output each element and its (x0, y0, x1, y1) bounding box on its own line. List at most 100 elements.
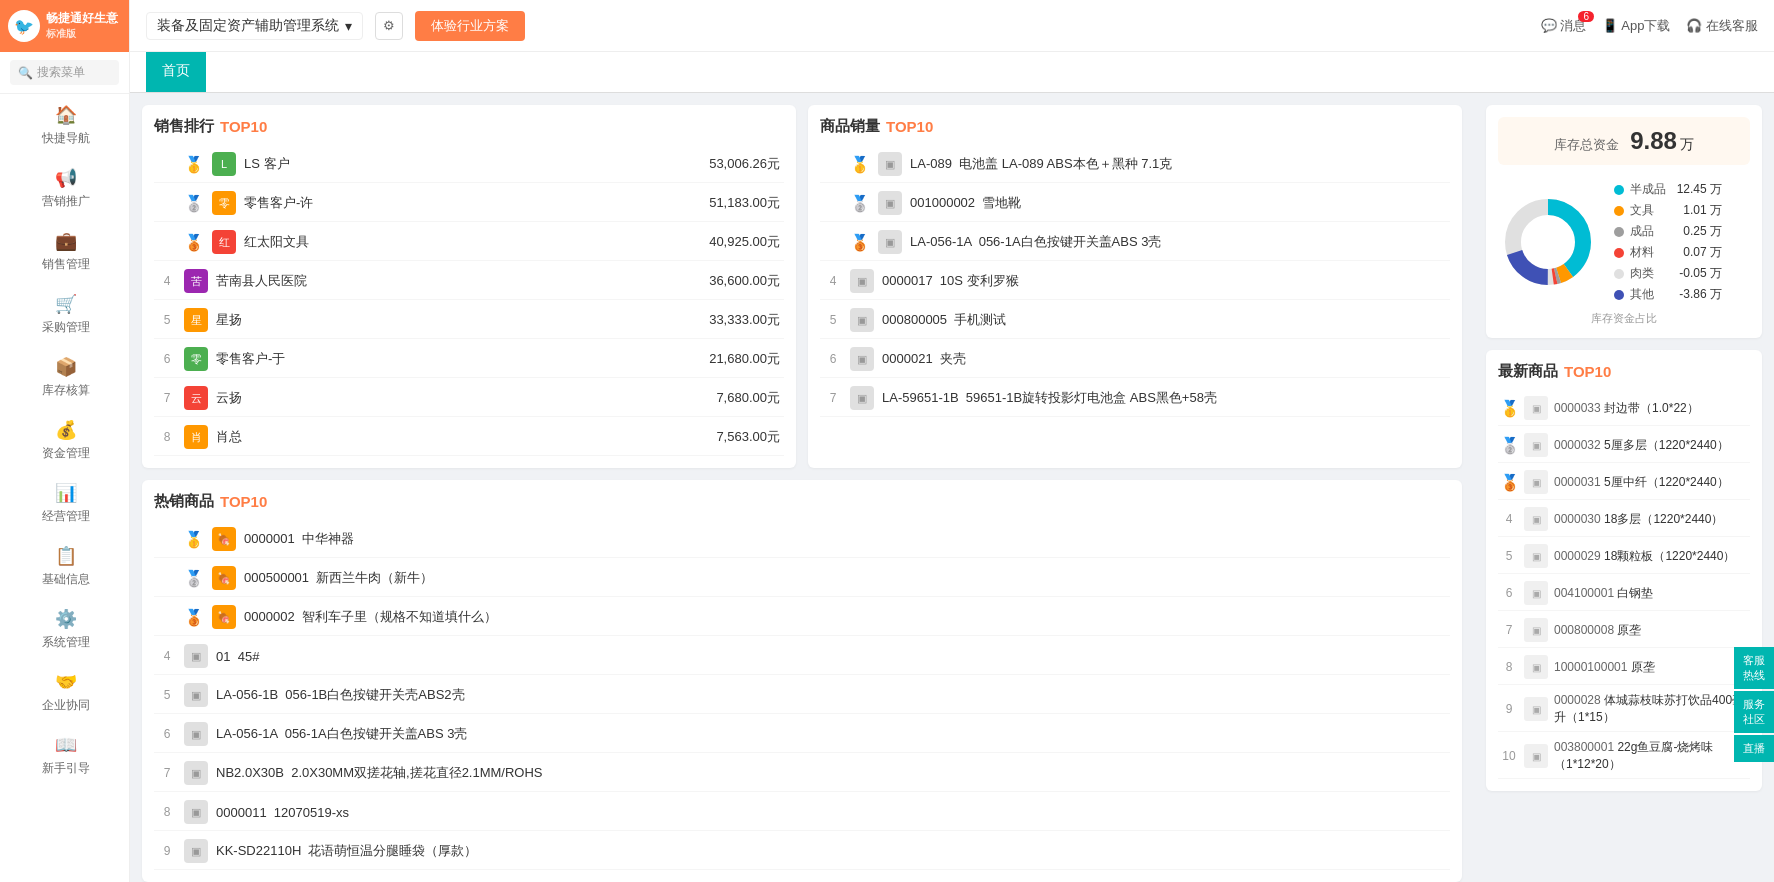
trial-btn[interactable]: 体验行业方案 (415, 11, 525, 41)
sidebar-item-label: 库存核算 (42, 382, 90, 399)
sidebar-item-quicknav[interactable]: 🏠 快捷导航 (0, 94, 129, 157)
sidebar-item-sales[interactable]: 💼 销售管理 (0, 220, 129, 283)
sidebar-item-marketing[interactable]: 📢 营销推广 (0, 157, 129, 220)
purchase-icon: 🛒 (55, 293, 77, 315)
sidebar-item-system[interactable]: ⚙️ 系统管理 (0, 598, 129, 661)
new-product-row: 🥇 ▣ 0000033 封边带（1.0*22） (1498, 391, 1750, 426)
hot-product-row: 8 ▣ 0000011 12070519-xs (154, 794, 1450, 831)
legend-item: 材料 0.07 万 (1614, 244, 1722, 261)
sidebar-search-container[interactable]: 🔍 搜索菜单 (0, 52, 129, 94)
donut-chart-container: 半成品 12.45 万 文具 1.01 万 成品 0.25 万 材料 0.07 … (1498, 173, 1750, 311)
new-products-card: 最新商品 TOP10 🥇 ▣ 0000033 封边带（1.0*22） 🥈 ▣ 0… (1486, 350, 1762, 791)
sales-icon: 💼 (55, 230, 77, 252)
hot-product-row: 9 ▣ KK-SD22110H 花语萌恒温分腿睡袋（厚款） (154, 833, 1450, 870)
customer-row: 7 云 云扬 7,680.00元 (154, 380, 784, 417)
top-products-sold-card: 商品销量 TOP10 🥇 ▣ LA-089 电池盖 LA-089 ABS本色＋黑… (808, 105, 1462, 468)
product-sold-row: 🥉 ▣ LA-056-1A 056-1A白色按键开关盖ABS 3壳 (820, 224, 1450, 261)
system-name: 装备及固定资产辅助管理系统 (157, 17, 339, 35)
hot-product-row: 🥇 🍖 0000001 中华神器 (154, 521, 1450, 558)
sidebar-item-guide[interactable]: 📖 新手引导 (0, 724, 129, 787)
donut-chart (1498, 192, 1598, 292)
hot-product-row: 5 ▣ LA-056-1B 056-1B白色按键开关壳ABS2壳 (154, 677, 1450, 714)
legend-dot (1614, 227, 1624, 237)
topbar-right: 💬 消息 6 📱 App下载 🎧 在线客服 (1541, 17, 1758, 35)
online-service-btn[interactable]: 🎧 在线客服 (1686, 17, 1758, 35)
sidebar-item-finance[interactable]: 💰 资金管理 (0, 409, 129, 472)
inventory-icon: 📦 (55, 356, 77, 378)
row1: 销售排行 TOP10 🥇 L LS 客户 53,006.26元 🥈 零 零售客户… (142, 105, 1462, 468)
gear-icon: ⚙ (383, 18, 395, 33)
top-customers-list: 🥇 L LS 客户 53,006.26元 🥈 零 零售客户-许 51,183.0… (154, 146, 784, 456)
operations-icon: 📊 (55, 482, 77, 504)
legend-item: 肉类 -0.05 万 (1614, 265, 1722, 282)
legend-item: 其他 -3.86 万 (1614, 286, 1722, 303)
hot-product-row: 7 ▣ NB2.0X30B 2.0X30MM双搓花轴,搓花直径2.1MM/ROH… (154, 755, 1450, 792)
sidebar-item-label: 新手引导 (42, 760, 90, 777)
finance-icon: 💰 (55, 419, 77, 441)
hot-products-list: 🥇 🍖 0000001 中华神器 🥈 🍖 000500001 新西兰牛肉（新牛）… (154, 521, 1450, 870)
sidebar-item-purchase[interactable]: 🛒 采购管理 (0, 283, 129, 346)
customer-row: 8 肖 肖总 7,563.00元 (154, 419, 784, 456)
hot-product-row: 4 ▣ 01 45# (154, 638, 1450, 675)
main-area: 装备及固定资产辅助管理系统 ▾ ⚙ 体验行业方案 💬 消息 6 📱 App下载 … (130, 0, 1774, 882)
messages-badge: 6 (1578, 11, 1594, 22)
sidebar-item-label: 销售管理 (42, 256, 90, 273)
new-products-list: 🥇 ▣ 0000033 封边带（1.0*22） 🥈 ▣ 0000032 5厘多层… (1498, 391, 1750, 779)
legend-dot (1614, 248, 1624, 258)
system-selector[interactable]: 装备及固定资产辅助管理系统 ▾ (146, 12, 363, 40)
product-sold-row: 🥇 ▣ LA-089 电池盖 LA-089 ABS本色＋黑种 7.1克 (820, 146, 1450, 183)
marketing-icon: 📢 (55, 167, 77, 189)
sidebar-item-label: 经营管理 (42, 508, 90, 525)
hot-products-card: 热销商品 TOP10 🥇 🍖 0000001 中华神器 🥈 🍖 00050000… (142, 480, 1462, 882)
inventory-subtitle: 库存资金占比 (1498, 311, 1750, 326)
collab-icon: 🤝 (55, 671, 77, 693)
sidebar-item-label: 基础信息 (42, 571, 90, 588)
sidebar: 🐦 畅捷通好生意 标准版 🔍 搜索菜单 🏠 快捷导航 📢 营销推广 💼 销售管理… (0, 0, 130, 882)
legend-item: 成品 0.25 万 (1614, 223, 1722, 240)
messages-btn[interactable]: 💬 消息 6 (1541, 17, 1587, 35)
phone-icon: 📱 (1602, 18, 1618, 33)
product-sold-row: 5 ▣ 000800005 手机测试 (820, 302, 1450, 339)
sidebar-item-inventory[interactable]: 📦 库存核算 (0, 346, 129, 409)
topbar: 装备及固定资产辅助管理系统 ▾ ⚙ 体验行业方案 💬 消息 6 📱 App下载 … (130, 0, 1774, 52)
legend-dot (1614, 269, 1624, 279)
legend-dot (1614, 290, 1624, 300)
customer-row: 🥈 零 零售客户-许 51,183.00元 (154, 185, 784, 222)
search-label: 搜索菜单 (37, 64, 85, 81)
quicknav-icon: 🏠 (55, 104, 77, 126)
sidebar-item-label: 采购管理 (42, 319, 90, 336)
customer-row: 4 苦 苦南县人民医院 36,600.00元 (154, 263, 784, 300)
new-product-row: 6 ▣ 004100001 白钢垫 (1498, 576, 1750, 611)
inventory-card: 库存总资金 9.88 万 (1486, 105, 1762, 338)
content-area: 销售排行 TOP10 🥇 L LS 客户 53,006.26元 🥈 零 零售客户… (130, 93, 1774, 882)
headset-icon: 🎧 (1686, 18, 1702, 33)
nav-tabs: 首页 (130, 52, 1774, 93)
float-service-community[interactable]: 服务社区 (1734, 691, 1774, 733)
legend-dot (1614, 185, 1624, 195)
logo-icon: 🐦 (8, 10, 40, 42)
hot-product-row: 6 ▣ LA-056-1A 056-1A白色按键开关盖ABS 3壳 (154, 716, 1450, 753)
sidebar-item-label: 快捷导航 (42, 130, 90, 147)
sidebar-item-operations[interactable]: 📊 经营管理 (0, 472, 129, 535)
sidebar-item-basic-info[interactable]: 📋 基础信息 (0, 535, 129, 598)
settings-button[interactable]: ⚙ (375, 12, 403, 40)
new-product-row: 7 ▣ 000800008 原垄 (1498, 613, 1750, 648)
legend-item: 半成品 12.45 万 (1614, 181, 1722, 198)
app-download-btn[interactable]: 📱 App下载 (1602, 17, 1670, 35)
hot-product-row: 🥈 🍖 000500001 新西兰牛肉（新牛） (154, 560, 1450, 597)
sidebar-item-label: 系统管理 (42, 634, 90, 651)
float-service-hotline[interactable]: 客服热线 (1734, 647, 1774, 689)
tab-home[interactable]: 首页 (146, 52, 206, 92)
customer-row: 6 零 零售客户-于 21,680.00元 (154, 341, 784, 378)
search-menu-btn[interactable]: 🔍 搜索菜单 (10, 60, 119, 85)
float-service-live[interactable]: 直播 (1734, 735, 1774, 762)
new-products-title: 最新商品 TOP10 (1498, 362, 1750, 381)
new-product-row: 10 ▣ 003800001 22g鱼豆腐-烧烤味（1*12*20） (1498, 734, 1750, 779)
product-sold-row: 7 ▣ LA-59651-1B 59651-1B旋转投影灯电池盒 ABS黑色+5… (820, 380, 1450, 417)
sidebar-item-collaboration[interactable]: 🤝 企业协同 (0, 661, 129, 724)
top-products-sold-title: 商品销量 TOP10 (820, 117, 1450, 136)
new-product-row: 8 ▣ 10000100001 原垄 (1498, 650, 1750, 685)
hot-product-row: 🥉 🍖 0000002 智利车子里（规格不知道填什么） (154, 599, 1450, 636)
right-panel: 库存总资金 9.88 万 (1474, 93, 1774, 882)
inventory-legend: 半成品 12.45 万 文具 1.01 万 成品 0.25 万 材料 0.07 … (1614, 181, 1722, 303)
